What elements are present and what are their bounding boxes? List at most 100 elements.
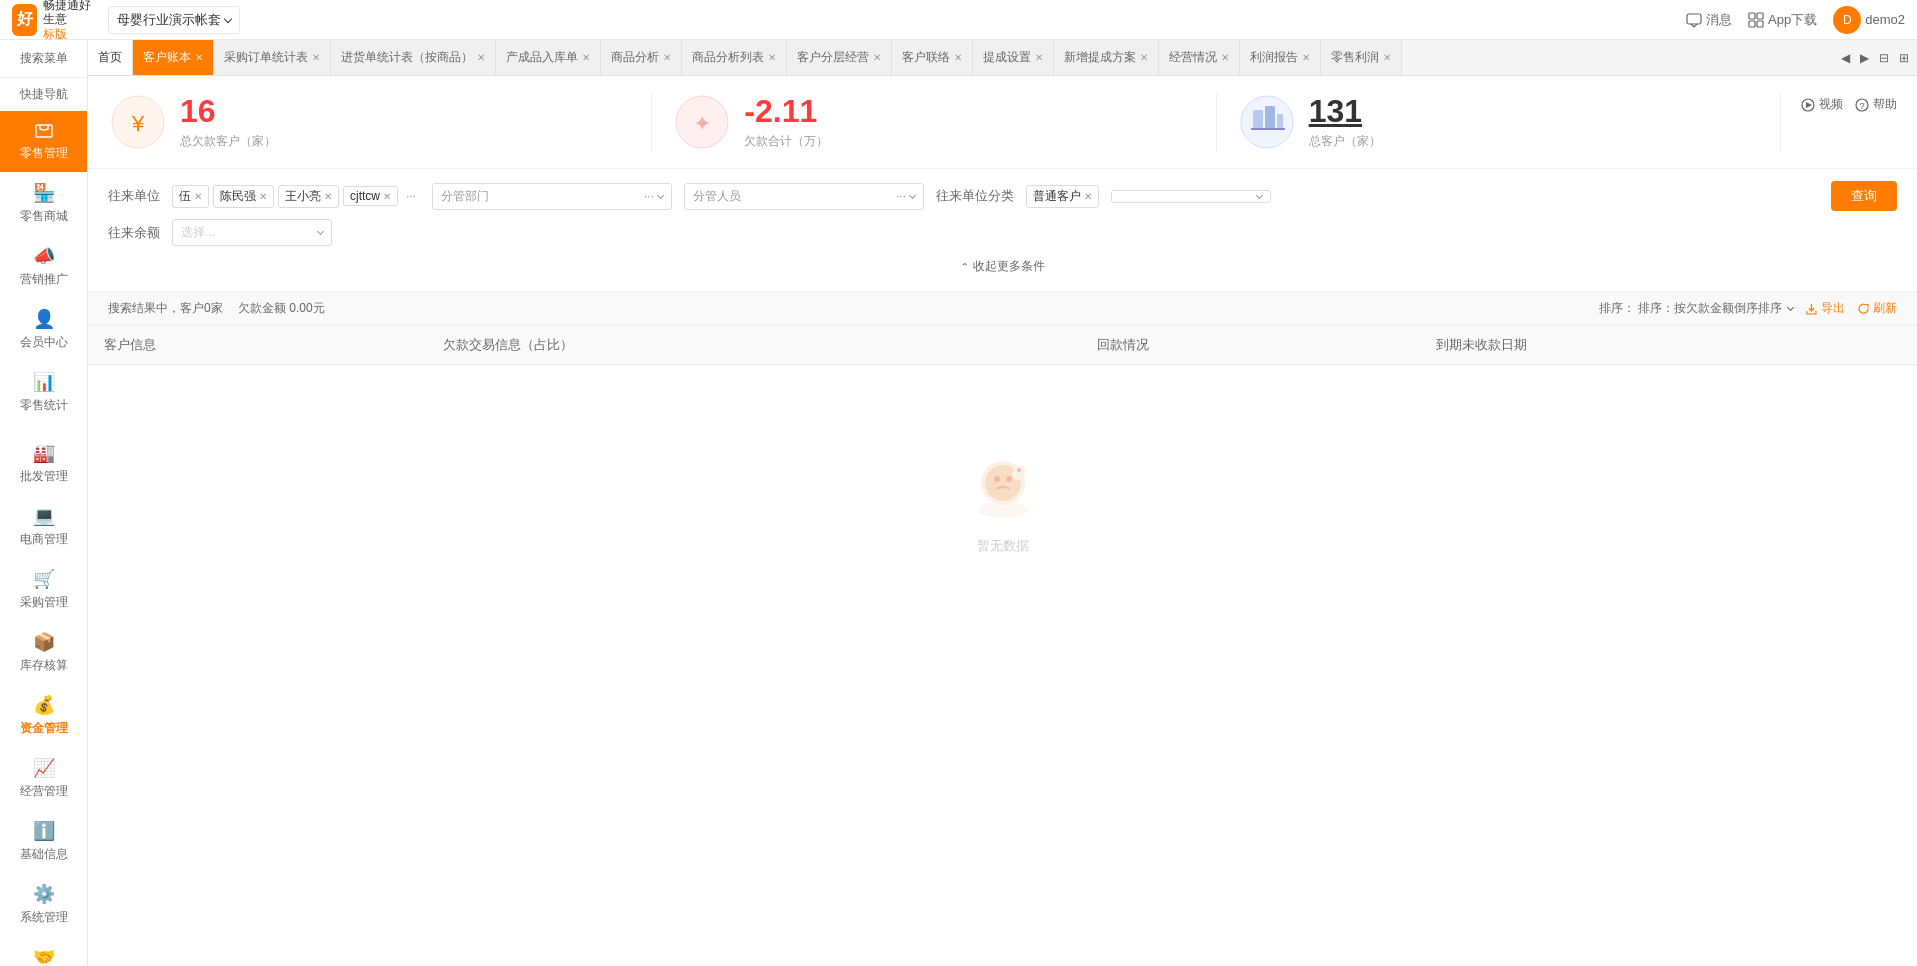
- tab-home[interactable]: 首页: [88, 40, 133, 76]
- sidebar-item-enterprise[interactable]: 🤝 企业协同: [0, 936, 87, 966]
- tab-close-customer-tier[interactable]: ✕: [873, 52, 881, 63]
- filter-balance-placeholder: 选择...: [181, 224, 314, 241]
- tab-scroll-left[interactable]: ◀: [1837, 49, 1854, 67]
- user-profile[interactable]: D demo2: [1833, 6, 1905, 34]
- tab-add-promotion[interactable]: 新增提成方案 ✕: [1054, 40, 1159, 76]
- app-download-button[interactable]: App下载: [1748, 11, 1817, 29]
- tag-close-normal-customer[interactable]: ✕: [1084, 191, 1092, 202]
- tab-product-analysis-list[interactable]: 商品分析列表 ✕: [682, 40, 787, 76]
- stats-row: ¥ 16 总欠款客户（家）: [88, 76, 1917, 169]
- stat-overdue-amount-icon: ✦: [672, 92, 732, 152]
- sort-select[interactable]: 排序： 排序：按欠款金额倒序排序: [1599, 300, 1793, 317]
- sidebar-item-retail-mall[interactable]: 🏪 零售商城: [0, 172, 87, 235]
- tab-profit-report[interactable]: 利润报告 ✕: [1240, 40, 1321, 76]
- svg-point-22: [994, 476, 1000, 482]
- stat-overdue-customers-icon: ¥: [108, 92, 168, 152]
- app-download-icon: [1748, 12, 1764, 28]
- sidebar-item-finance[interactable]: 💰 资金管理: [0, 684, 87, 747]
- main-wrapper: 搜索菜单 快捷导航 零售管理 🏪 零售商城 📣 营销推广 👤 会员中心 📊 零售…: [0, 40, 1917, 966]
- filter-collapse-button[interactable]: ⌄ 收起更多条件: [108, 254, 1897, 279]
- svg-rect-13: [1277, 114, 1283, 128]
- tab-production-inbound[interactable]: 产成品入库单 ✕: [496, 40, 601, 76]
- filter-unit-tags: 伍 ✕ 陈民强 ✕ 王小亮 ✕: [172, 185, 420, 208]
- filter-row-1: 往来单位 伍 ✕ 陈民强 ✕: [108, 181, 1897, 211]
- sidebar-item-ecommerce[interactable]: 💻 电商管理: [0, 495, 87, 558]
- top-bar-left: 好 畅捷通好生意 标版 母婴行业演示帐套: [12, 0, 240, 41]
- tab-close-business-status[interactable]: ✕: [1221, 52, 1229, 63]
- filter-dept-select[interactable]: 分管部门 ···: [432, 183, 672, 210]
- tab-close-add-promotion[interactable]: ✕: [1140, 52, 1148, 63]
- tab-close-promotion-settings[interactable]: ✕: [1035, 52, 1043, 63]
- tab-close-retail-profit[interactable]: ✕: [1383, 52, 1391, 63]
- tab-purchase-order[interactable]: 采购订单统计表 ✕: [214, 40, 331, 76]
- svg-rect-0: [1687, 14, 1701, 24]
- filter-tag-chen: 陈民强 ✕: [213, 185, 274, 208]
- filter-tag-wu: 伍 ✕: [172, 185, 209, 208]
- refresh-button[interactable]: 刷新: [1857, 300, 1897, 317]
- tab-inbound-stats[interactable]: 进货单统计表（按商品） ✕: [331, 40, 496, 76]
- sidebar-search[interactable]: 搜索菜单: [0, 40, 87, 78]
- tab-close-purchase-order[interactable]: ✕: [312, 52, 320, 63]
- export-button[interactable]: 导出: [1805, 300, 1845, 317]
- tab-product-analysis[interactable]: 商品分析 ✕: [601, 40, 682, 76]
- message-button[interactable]: 消息: [1686, 11, 1732, 29]
- tab-customer-tier[interactable]: 客户分层经营 ✕: [787, 40, 892, 76]
- tab-business-status[interactable]: 经营情况 ✕: [1159, 40, 1240, 76]
- tab-customer-account[interactable]: 客户账本 ✕: [133, 40, 214, 76]
- tab-promotion-settings[interactable]: 提成设置 ✕: [973, 40, 1054, 76]
- store-selector[interactable]: 母婴行业演示帐套: [108, 6, 240, 34]
- tab-maximize[interactable]: ⊞: [1895, 49, 1913, 67]
- tab-minimize[interactable]: ⊟: [1875, 49, 1893, 67]
- tab-bar: 首页 客户账本 ✕ 采购订单统计表 ✕ 进货单统计表（按商品） ✕ 产成品入库单…: [88, 40, 1917, 76]
- tag-close-chen[interactable]: ✕: [259, 191, 267, 202]
- sidebar-item-system[interactable]: ⚙️ 系统管理: [0, 873, 87, 936]
- tab-retail-profit[interactable]: 零售利润 ✕: [1321, 40, 1402, 76]
- sidebar-item-basic-info[interactable]: ℹ️ 基础信息: [0, 810, 87, 873]
- sidebar-item-inventory[interactable]: 📦 库存核算: [0, 621, 87, 684]
- sidebar-item-marketing[interactable]: 📣 营销推广: [0, 235, 87, 298]
- stat-total-customers-value: 131: [1309, 94, 1381, 129]
- tab-close-inbound-stats[interactable]: ✕: [477, 52, 485, 63]
- logo-icon: 好: [12, 4, 37, 36]
- tab-scroll-right[interactable]: ▶: [1856, 49, 1873, 67]
- tab-close-product-analysis-list[interactable]: ✕: [768, 52, 776, 63]
- tag-close-wang[interactable]: ✕: [324, 191, 332, 202]
- filter-balance-select[interactable]: 选择...: [172, 219, 332, 246]
- filter-unit-label: 往来单位: [108, 187, 160, 205]
- filter-person-dots: ···: [896, 189, 906, 203]
- data-table: 客户信息 欠款交易信息（占比） 回款情况 到期未收款日期: [88, 326, 1917, 635]
- query-button[interactable]: 查询: [1831, 181, 1897, 211]
- tab-close-product-analysis[interactable]: ✕: [663, 52, 671, 63]
- tag-close-cjttcw[interactable]: ✕: [383, 191, 391, 202]
- tag-close-wu[interactable]: ✕: [194, 191, 202, 202]
- tab-customer-contact[interactable]: 客户联络 ✕: [892, 40, 973, 76]
- tab-close-customer-contact[interactable]: ✕: [954, 52, 962, 63]
- filter-row-2: 往来余额 选择...: [108, 219, 1897, 246]
- sidebar-quick-nav[interactable]: 快捷导航: [0, 78, 87, 111]
- sidebar-item-retail-stats[interactable]: 📊 零售统计: [0, 361, 87, 424]
- collapse-icon: ⌄: [961, 261, 969, 272]
- sidebar-item-ops[interactable]: 📈 经营管理: [0, 747, 87, 810]
- video-button[interactable]: 视频: [1801, 96, 1843, 113]
- tab-close-profit-report[interactable]: ✕: [1302, 52, 1310, 63]
- category-chevron: [1256, 191, 1263, 198]
- store-dropdown-icon: [224, 14, 232, 22]
- stat-overdue-customers: ¥ 16 总欠款客户（家）: [108, 92, 652, 152]
- filter-person-select[interactable]: 分管人员 ···: [684, 183, 924, 210]
- col-due-date: 到期未收款日期: [1420, 326, 1917, 365]
- video-icon: [1801, 98, 1815, 112]
- tab-close-customer-account[interactable]: ✕: [195, 52, 203, 63]
- filter-category-select[interactable]: [1111, 190, 1271, 203]
- table-header-row: 客户信息 欠款交易信息（占比） 回款情况 到期未收款日期: [88, 326, 1917, 365]
- svg-point-23: [1006, 476, 1012, 482]
- sidebar-item-purchase[interactable]: 🛒 采购管理: [0, 558, 87, 621]
- help-button[interactable]: ? 帮助: [1855, 96, 1897, 113]
- refresh-icon: [1857, 302, 1870, 315]
- sidebar-item-member[interactable]: 👤 会员中心: [0, 298, 87, 361]
- sidebar-item-wholesale[interactable]: 🏭 批发管理: [0, 432, 87, 495]
- tab-close-production-inbound[interactable]: ✕: [582, 52, 590, 63]
- filter-more-units[interactable]: ···: [402, 187, 420, 205]
- top-bar: 好 畅捷通好生意 标版 母婴行业演示帐套 消息 App下载 D: [0, 0, 1917, 40]
- sidebar-item-retail-mgmt[interactable]: 零售管理: [0, 111, 87, 172]
- message-icon: [1686, 12, 1702, 28]
